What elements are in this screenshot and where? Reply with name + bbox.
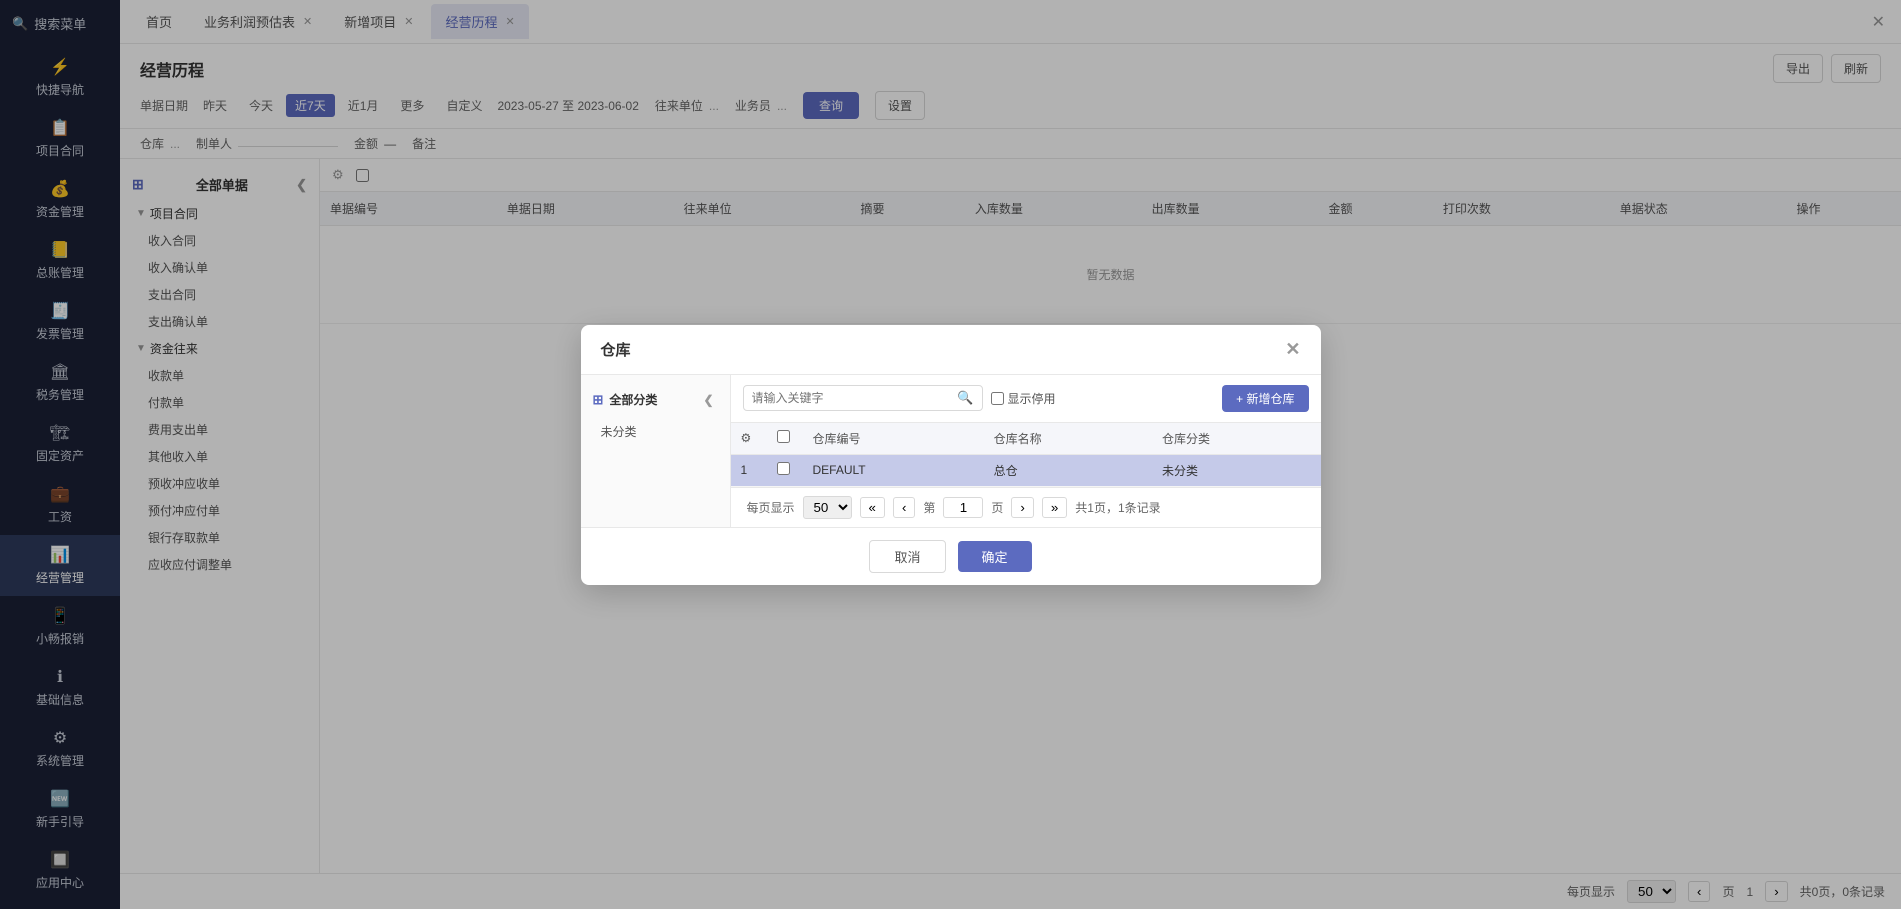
dialog-prev-btn[interactable]: ‹ — [893, 497, 915, 518]
dialog-left-panel: ⊞ 全部分类 ❮ 未分类 — [581, 375, 731, 527]
dialog-category-unclassified[interactable]: 未分类 — [581, 417, 730, 446]
dialog-header: 仓库 ✕ — [581, 325, 1321, 375]
dialog-right-panel: 🔍 显示停用 + 新增仓库 ⚙ 仓库编号 仓库名称 — [731, 375, 1321, 527]
table-row[interactable]: 1 DEFAULT 总仓 未分类 — [731, 454, 1321, 486]
col-checkbox — [767, 423, 803, 455]
dialog-title: 仓库 — [601, 339, 631, 360]
dialog-search-input[interactable] — [752, 391, 958, 405]
col-warehouse-category: 仓库分类 — [1152, 423, 1320, 455]
row-name: 总仓 — [984, 454, 1152, 486]
row-index: 1 — [731, 454, 767, 486]
dialog-table: ⚙ 仓库编号 仓库名称 仓库分类 1 DEFAULT 总仓 — [731, 423, 1321, 487]
dialog-confirm-button[interactable]: 确定 — [958, 541, 1032, 572]
dialog-page-size-select[interactable]: 50 — [803, 496, 852, 519]
warehouse-dialog: 仓库 ✕ ⊞ 全部分类 ❮ 未分类 🔍 显示停用 — [581, 325, 1321, 585]
search-icon-dialog: 🔍 — [957, 390, 973, 406]
col-warehouse-name: 仓库名称 — [984, 423, 1152, 455]
add-warehouse-button[interactable]: + 新增仓库 — [1222, 385, 1308, 412]
col-warehouse-code: 仓库编号 — [803, 423, 984, 455]
row-category: 未分类 — [1152, 454, 1320, 486]
row-checkbox[interactable] — [767, 454, 803, 486]
show-disabled-label[interactable]: 显示停用 — [991, 390, 1056, 407]
dialog-page-label: 第 — [923, 499, 935, 516]
dialog-page-input[interactable] — [943, 497, 983, 518]
dialog-next-btn[interactable]: › — [1011, 497, 1033, 518]
dialog-total-text: 共1页，1条记录 — [1075, 499, 1160, 516]
dialog-select-all[interactable] — [777, 430, 790, 443]
dialog-cancel-button[interactable]: 取消 — [869, 540, 945, 573]
dialog-all-label: 全部分类 — [609, 391, 657, 408]
dialog-toolbar: 🔍 显示停用 + 新增仓库 — [731, 375, 1321, 423]
row-code: DEFAULT — [803, 454, 984, 486]
dialog-left-header[interactable]: ⊞ 全部分类 ❮ — [581, 383, 730, 417]
dialog-body: ⊞ 全部分类 ❮ 未分类 🔍 显示停用 + 新增仓库 — [581, 375, 1321, 527]
grid-icon-dialog: ⊞ — [593, 392, 604, 408]
search-input-wrap: 🔍 — [743, 385, 983, 411]
dialog-collapse-btn[interactable]: ❮ — [699, 389, 717, 411]
dialog-pagination: 每页显示 50 « ‹ 第 页 › » 共1页，1条记录 — [731, 487, 1321, 527]
dialog-first-btn[interactable]: « — [860, 497, 885, 518]
show-disabled-checkbox[interactable] — [991, 392, 1004, 405]
dialog-last-btn[interactable]: » — [1042, 497, 1067, 518]
dialog-close-button[interactable]: ✕ — [1285, 339, 1300, 360]
col-settings: ⚙ — [731, 423, 767, 455]
dialog-page-suffix: 页 — [991, 499, 1003, 516]
dialog-footer: 取消 确定 — [581, 527, 1321, 585]
dialog-per-page-label: 每页显示 — [747, 499, 795, 516]
